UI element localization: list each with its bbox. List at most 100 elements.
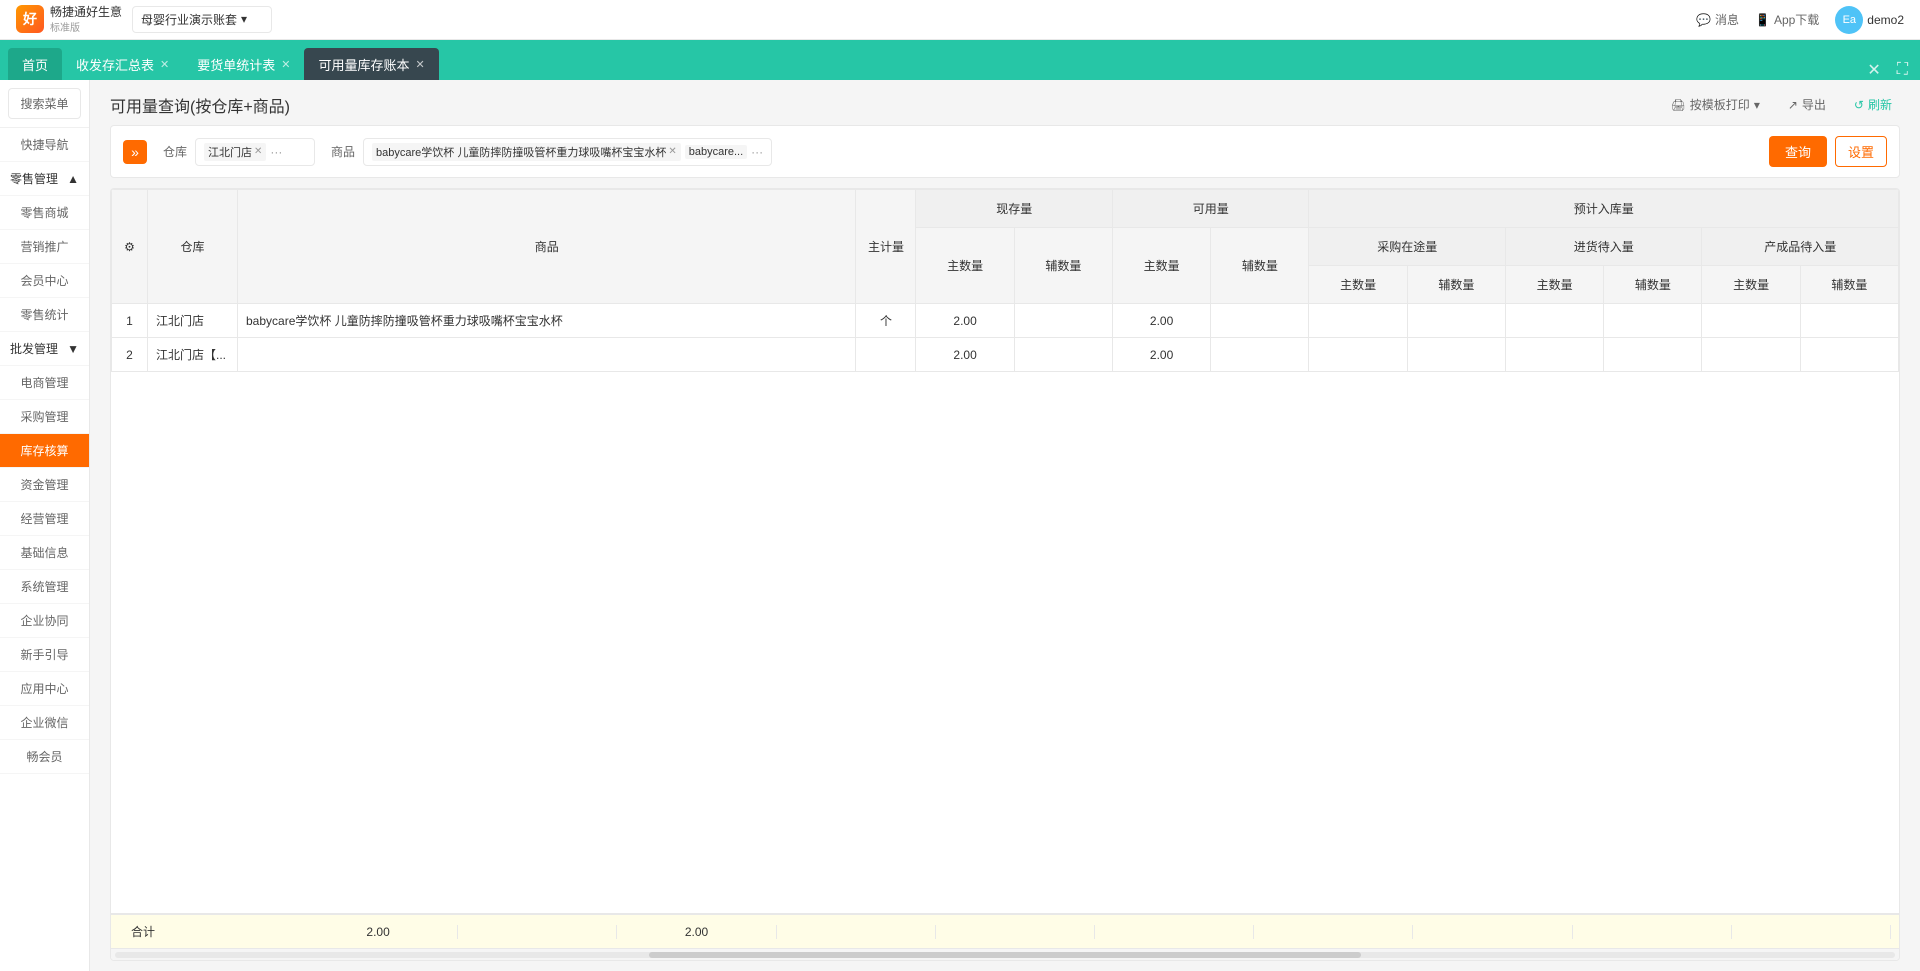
product-filter-more[interactable]: ··· <box>751 145 763 159</box>
refresh-icon: ↺ <box>1854 98 1864 112</box>
ecommerce-label: 电商管理 <box>20 374 68 391</box>
footer-cells: 2.00 2.00 <box>299 925 1891 939</box>
settings-button[interactable]: 设置 <box>1835 136 1887 167</box>
tab-receive[interactable]: 收发存汇总表 ✕ <box>62 48 183 80</box>
gear-icon[interactable]: ⚙ <box>124 240 135 254</box>
export-btn[interactable]: ↗ 导出 <box>1780 92 1834 117</box>
print-btn[interactable]: 🖨 按模板打印 ▾ <box>1663 92 1768 117</box>
sidebar-item-finance[interactable]: 资金管理 <box>0 468 89 502</box>
sidebar-item-retail-mgmt[interactable]: 零售管理 ▲ <box>0 162 89 196</box>
tab-home[interactable]: 首页 <box>8 48 62 80</box>
td-pur-main-0 <box>1309 304 1407 338</box>
avatar-text: Ea <box>1843 14 1856 26</box>
footer-stock-aux <box>458 925 617 939</box>
close-order-tab[interactable]: ✕ <box>281 58 290 71</box>
message-action[interactable]: 💬 消息 <box>1696 11 1739 28</box>
industry-select[interactable]: 母婴行业演示账套 ▾ <box>132 6 272 33</box>
retail-store-label: 零售商城 <box>20 204 68 221</box>
scroll-thumb[interactable] <box>649 952 1361 958</box>
td-in-aux-1 <box>1604 338 1702 372</box>
table-wrapper: ⚙ 仓库 商品 主计量 现存量 可用量 预计入库量 主数量 辅数量 <box>111 189 1899 913</box>
sidebar-item-inventory[interactable]: 库存核算 <box>0 434 89 468</box>
basic-label: 基础信息 <box>20 544 68 561</box>
tab-order[interactable]: 要货单统计表 ✕ <box>183 48 304 80</box>
user-area[interactable]: Ea demo2 <box>1835 6 1904 34</box>
sidebar-item-retail-store[interactable]: 零售商城 <box>0 196 89 230</box>
td-avail-aux-0 <box>1211 304 1309 338</box>
sidebar-item-basic[interactable]: 基础信息 <box>0 536 89 570</box>
scroll-track <box>115 952 1895 958</box>
sidebar-search-area: 搜索菜单 <box>0 80 89 128</box>
print-chevron-icon: ▾ <box>1754 98 1760 112</box>
product-filter-label: 商品 <box>331 143 355 160</box>
maximize-window-btn[interactable]: ⛶ <box>1893 61 1912 79</box>
warehouse-tag-close[interactable]: ✕ <box>254 146 262 157</box>
footer-label: 合计 <box>119 923 299 940</box>
warehouse-filter-more[interactable]: ··· <box>270 145 282 159</box>
th-in-main: 主数量 <box>1505 266 1603 304</box>
td-no-0: 1 <box>112 304 148 338</box>
refresh-btn[interactable]: ↺ 刷新 <box>1846 92 1900 117</box>
th-inbound-group: 进货待入量 <box>1505 228 1702 266</box>
th-prod-aux: 辅数量 <box>1800 266 1898 304</box>
close-window-btn[interactable]: ✕ <box>1863 60 1884 80</box>
th-avail-main: 主数量 <box>1112 228 1210 304</box>
filter-actions: 查询 设置 <box>1769 136 1887 167</box>
product-filter-group: 商品 babycare学饮杯 儿童防摔防撞吸管杯重力球吸嘴杯宝宝水杯 ✕ bab… <box>331 138 772 166</box>
enterprise-wechat-label: 企业微信 <box>20 714 68 731</box>
sidebar-item-marketing[interactable]: 营销推广 <box>0 230 89 264</box>
wholesale-label: 批发管理 <box>10 340 58 357</box>
sidebar-item-guide[interactable]: 新手引导 <box>0 638 89 672</box>
product-tag-2: babycare... <box>685 145 747 159</box>
warehouse-filter-input[interactable]: 江北门店 ✕ ··· <box>195 138 315 166</box>
sidebar-item-retail-stat[interactable]: 零售统计 <box>0 298 89 332</box>
query-button[interactable]: 查询 <box>1769 136 1827 167</box>
print-icon: 🖨 <box>1671 98 1686 112</box>
table-row: 1 江北门店 babycare学饮杯 儿童防摔防撞吸管杯重力球吸嘴杯宝宝水杯 个… <box>112 304 1899 338</box>
filter-expand-btn[interactable]: » <box>123 140 147 164</box>
sidebar-item-wholesale-mgmt[interactable]: 批发管理 ▼ <box>0 332 89 366</box>
sidebar-item-quick-nav[interactable]: 快捷导航 <box>0 128 89 162</box>
member2-label: 畅会员 <box>26 748 62 765</box>
th-pur-aux: 辅数量 <box>1407 266 1505 304</box>
user-name: demo2 <box>1867 13 1904 27</box>
td-in-main-1 <box>1505 338 1603 372</box>
sidebar-item-app-center[interactable]: 应用中心 <box>0 672 89 706</box>
sidebar-item-member2[interactable]: 畅会员 <box>0 740 89 774</box>
product-tag-1-close[interactable]: ✕ <box>668 146 676 157</box>
guide-label: 新手引导 <box>20 646 68 663</box>
th-avail-aux: 辅数量 <box>1211 228 1309 304</box>
sidebar-item-ecommerce[interactable]: 电商管理 <box>0 366 89 400</box>
td-stock-aux-1 <box>1014 338 1112 372</box>
product-tag-2-text: babycare... <box>689 146 743 158</box>
sidebar-item-enterprise[interactable]: 企业协同 <box>0 604 89 638</box>
search-menu-button[interactable]: 搜索菜单 <box>8 88 81 119</box>
table-scrollbar[interactable] <box>111 948 1899 960</box>
footer-in-aux <box>1413 925 1572 939</box>
export-icon: ↗ <box>1788 98 1798 112</box>
close-available-tab[interactable]: ✕ <box>416 58 425 71</box>
sidebar-item-enterprise-wechat[interactable]: 企业微信 <box>0 706 89 740</box>
td-unit-1 <box>856 338 916 372</box>
message-label: 消息 <box>1715 11 1739 28</box>
sidebar-item-system[interactable]: 系统管理 <box>0 570 89 604</box>
chevron-down-icon: ▾ <box>241 12 247 26</box>
th-in-aux: 辅数量 <box>1604 266 1702 304</box>
td-no-1: 2 <box>112 338 148 372</box>
td-prod-aux-0 <box>1800 304 1898 338</box>
product-tag-1-text: babycare学饮杯 儿童防摔防撞吸管杯重力球吸嘴杯宝宝水杯 <box>376 144 666 160</box>
tab-available[interactable]: 可用量库存账本 ✕ <box>304 48 438 80</box>
sidebar-item-member[interactable]: 会员中心 <box>0 264 89 298</box>
warehouse-filter-group: 仓库 江北门店 ✕ ··· <box>163 138 315 166</box>
close-receive-tab[interactable]: ✕ <box>160 58 169 71</box>
th-planned-group: 预计入库量 <box>1309 190 1899 228</box>
sidebar-item-purchase[interactable]: 采购管理 <box>0 400 89 434</box>
table-container: ⚙ 仓库 商品 主计量 现存量 可用量 预计入库量 主数量 辅数量 <box>110 188 1900 961</box>
th-prod-main: 主数量 <box>1702 266 1800 304</box>
sidebar-item-operations[interactable]: 经营管理 <box>0 502 89 536</box>
logo-area: 好 畅捷通好生意 标准版 <box>16 5 122 34</box>
download-action[interactable]: 📱 App下载 <box>1755 11 1819 28</box>
table-footer: 合计 2.00 2.00 <box>111 913 1899 948</box>
td-prod-main-1 <box>1702 338 1800 372</box>
product-filter-input[interactable]: babycare学饮杯 儿童防摔防撞吸管杯重力球吸嘴杯宝宝水杯 ✕ babyca… <box>363 138 772 166</box>
